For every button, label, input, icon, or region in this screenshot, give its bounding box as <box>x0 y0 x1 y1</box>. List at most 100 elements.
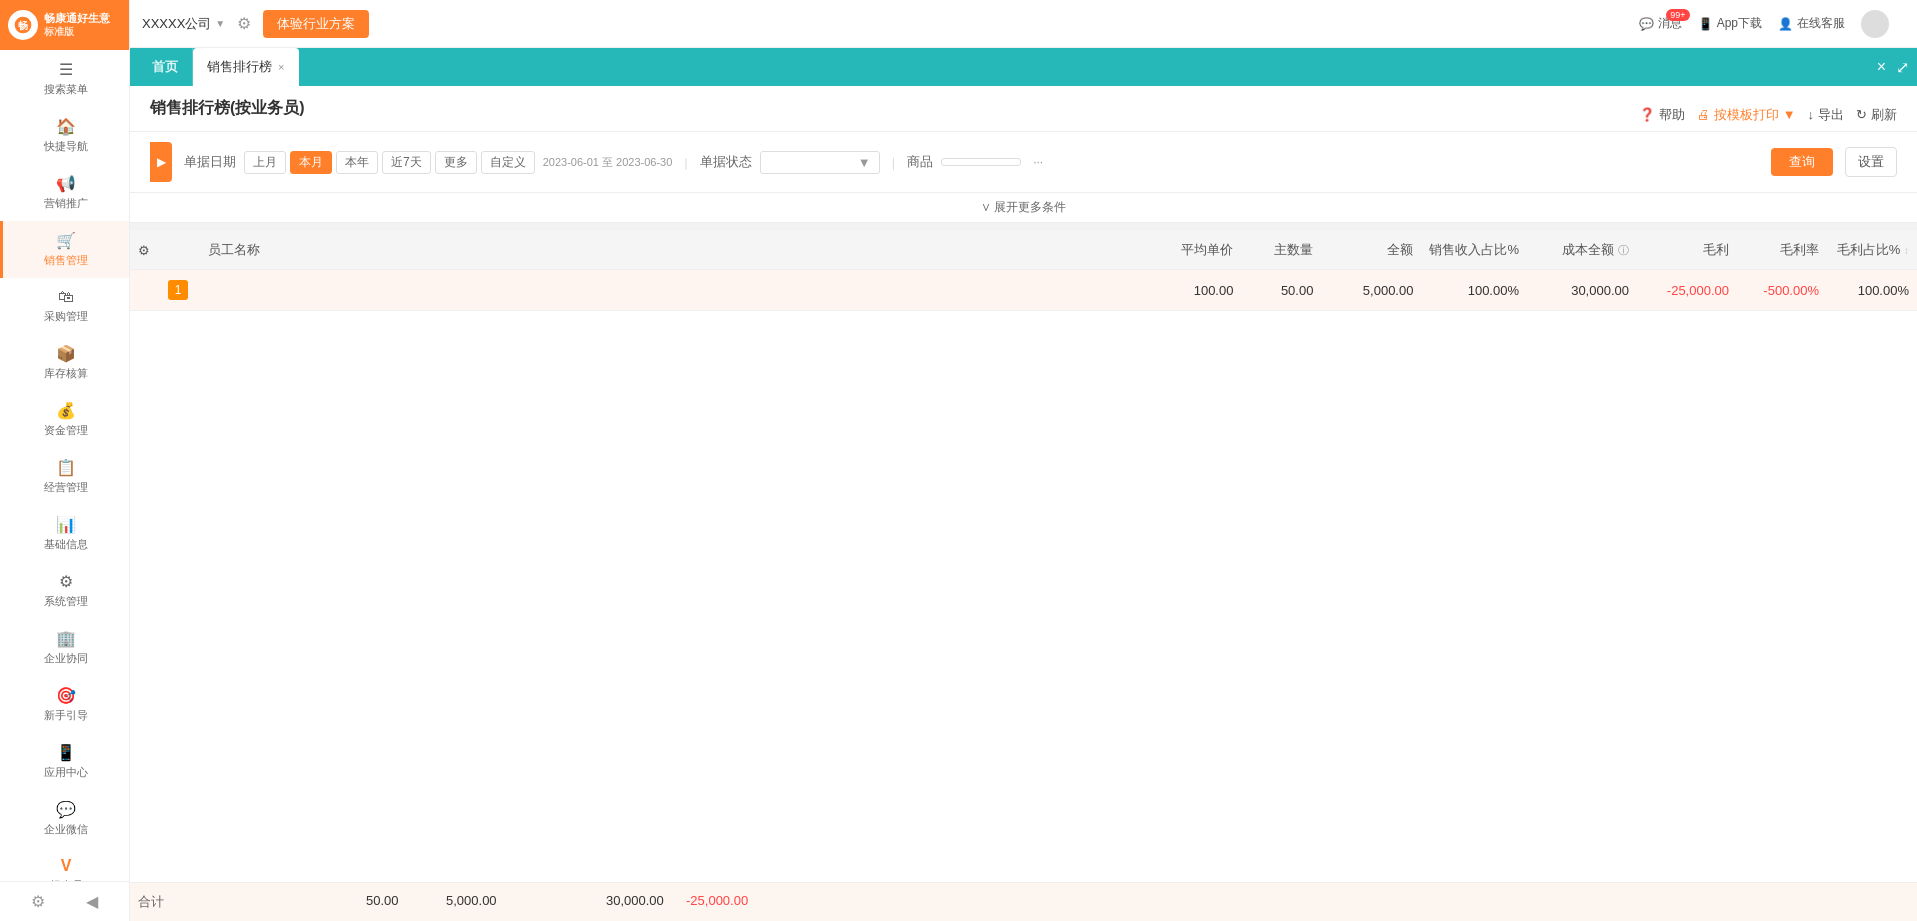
topbar: XXXXX公司 ▼ ⚙ 体验行业方案 💬 消息 99+ 📱 App下载 👤 在线… <box>130 0 1917 48</box>
row-gross: -25,000.00 <box>1637 270 1737 311</box>
refresh-icon: ↻ <box>1856 107 1867 122</box>
service-label: 在线客服 <box>1797 15 1845 32</box>
export-icon: ↓ <box>1808 107 1815 122</box>
sidebar-item-sales-label: 销售管理 <box>44 253 88 268</box>
sidebar-item-inventory-label: 库存核算 <box>44 366 88 381</box>
state-dropdown[interactable]: ▼ <box>760 151 880 174</box>
date-btn-more[interactable]: 更多 <box>435 151 477 174</box>
company-settings-icon[interactable]: ⚙ <box>237 14 251 33</box>
help-label: 帮助 <box>1659 106 1685 124</box>
tab-sales-ranking[interactable]: 销售排行榜 × <box>193 48 299 86</box>
sidebar-item-wechat[interactable]: 💬 企业微信 <box>0 790 129 847</box>
goods-input[interactable] <box>941 158 1021 166</box>
purchase-icon: 🛍 <box>58 288 74 306</box>
company-selector[interactable]: XXXXX公司 ▼ <box>142 15 225 33</box>
online-service-btn[interactable]: 👤 在线客服 <box>1778 15 1845 32</box>
state-filter-section: 单据状态 ▼ <box>700 151 880 174</box>
goods-filter-section: 商品 <box>907 153 1021 171</box>
footer-cells: 50.00 5,000.00 30,000.00 -25,000.00 <box>198 893 1909 911</box>
svg-text:畅: 畅 <box>18 20 28 31</box>
basicinfo-icon: 📊 <box>56 515 76 534</box>
sidebar-item-search-label: 搜索菜单 <box>44 82 88 97</box>
grossratio-sort-icon[interactable]: ↕ <box>1904 245 1909 256</box>
tab-home[interactable]: 首页 <box>138 48 193 86</box>
sidebar-item-purchase[interactable]: 🛍 采购管理 <box>0 278 129 334</box>
date-btn-this-year[interactable]: 本年 <box>336 151 378 174</box>
date-range-display: 2023-06-01 至 2023-06-30 <box>543 155 673 170</box>
sidebar-item-appcenter[interactable]: 📱 应用中心 <box>0 733 129 790</box>
search-btn[interactable]: 查询 <box>1771 148 1833 176</box>
sidebar-item-marketing[interactable]: 📢 营销推广 <box>0 164 129 221</box>
sidebar-item-quicknav-label: 快捷导航 <box>44 139 88 154</box>
table-wrap: ⚙ 员工名称 平均单价 主数量 全额 销售收入占比% 成本全额 ⓘ 毛利 毛利率… <box>130 231 1917 882</box>
footer-qty: 50.00 <box>358 893 438 911</box>
sidebar-item-sales[interactable]: 🛒 销售管理 <box>0 221 129 278</box>
sidebar-item-quicknav[interactable]: 🏠 快捷导航 <box>0 107 129 164</box>
app-download-btn[interactable]: 📱 App下载 <box>1698 15 1762 32</box>
filter-settings-btn[interactable]: 设置 <box>1845 147 1897 177</box>
message-badge: 99+ <box>1666 9 1689 21</box>
col-setting-header[interactable]: ⚙ <box>130 231 160 270</box>
filter-divider-1: | <box>684 155 687 170</box>
footer-gross: -25,000.00 <box>678 893 758 911</box>
company-name: XXXXX公司 <box>142 15 211 33</box>
inventory-icon: 📦 <box>56 344 76 363</box>
date-filter-btns: 上月 本月 本年 近7天 更多 自定义 <box>244 151 535 174</box>
refresh-label: 刷新 <box>1871 106 1897 124</box>
sidebar-item-basicinfo[interactable]: 📊 基础信息 <box>0 505 129 562</box>
sidebar-item-newbie[interactable]: 🎯 新手引导 <box>0 676 129 733</box>
message-btn[interactable]: 💬 消息 99+ <box>1639 15 1682 32</box>
date-btn-this-month[interactable]: 本月 <box>290 151 332 174</box>
col-rank-header <box>160 231 200 270</box>
marketing-icon: 📢 <box>56 174 76 193</box>
date-btn-last-month[interactable]: 上月 <box>244 151 286 174</box>
refresh-btn[interactable]: ↻ 刷新 <box>1856 106 1897 124</box>
print-btn[interactable]: 🖨 按模板打印 ▼ <box>1697 106 1796 124</box>
user-avatar[interactable] <box>1861 10 1889 38</box>
topbar-right: 💬 消息 99+ 📱 App下载 👤 在线客服 <box>1639 10 1905 38</box>
window-close-btn[interactable]: × <box>1877 58 1886 76</box>
row-name <box>200 270 1141 311</box>
footer-label: 合计 <box>138 893 198 911</box>
sidebar-item-system[interactable]: ⚙ 系统管理 <box>0 562 129 619</box>
window-expand-btn[interactable]: ⤢ <box>1896 58 1909 77</box>
filter-collapse-btn[interactable]: ▶ <box>150 142 172 182</box>
sidebar-item-appcenter-label: 应用中心 <box>44 765 88 780</box>
date-btn-custom[interactable]: 自定义 <box>481 151 535 174</box>
goods-filter-label: 商品 <box>907 153 933 171</box>
system-icon: ⚙ <box>59 572 73 591</box>
trial-btn[interactable]: 体验行业方案 <box>263 10 369 38</box>
sidebar-item-inventory[interactable]: 📦 库存核算 <box>0 334 129 391</box>
sidebar: 畅 畅康通好生意 标准版 ☰ 搜索菜单 🏠 快捷导航 📢 营销推广 🛒 销售管理… <box>0 0 130 921</box>
sidebar-item-member[interactable]: V 畅会员 <box>0 847 129 881</box>
page-header: 销售排行榜(按业务员) ❓ 帮助 🖨 按模板打印 ▼ ↓ 导出 ↻ 刷新 <box>130 86 1917 132</box>
row-rank: 1 <box>160 270 200 311</box>
cost-info-icon[interactable]: ⓘ <box>1618 244 1629 256</box>
sidebar-item-operation[interactable]: 📋 经营管理 <box>0 448 129 505</box>
col-gross-header: 毛利 <box>1637 231 1737 270</box>
sidebar-collapse-btn[interactable]: ◀ <box>86 892 98 911</box>
help-icon: ❓ <box>1639 107 1655 122</box>
content-area: 销售排行榜(按业务员) ❓ 帮助 🖨 按模板打印 ▼ ↓ 导出 ↻ 刷新 <box>130 86 1917 921</box>
filter-more-btn[interactable]: ··· <box>1033 155 1043 169</box>
sidebar-item-finance-label: 资金管理 <box>44 423 88 438</box>
sidebar-logo: 畅 畅康通好生意 标准版 <box>0 0 129 50</box>
help-btn[interactable]: ❓ 帮助 <box>1639 106 1685 124</box>
filter-divider-2: | <box>892 155 895 170</box>
sidebar-item-enterprise[interactable]: 🏢 企业协同 <box>0 619 129 676</box>
row-amount: 5,000.00 <box>1321 270 1421 311</box>
export-btn[interactable]: ↓ 导出 <box>1808 106 1845 124</box>
col-qty-header: 主数量 <box>1241 231 1321 270</box>
sales-ranking-tab-label: 销售排行榜 <box>207 58 272 76</box>
sidebar-item-search[interactable]: ☰ 搜索菜单 <box>0 50 129 107</box>
col-grossratio-header: 毛利占比% ↕ <box>1827 231 1917 270</box>
sidebar-item-operation-label: 经营管理 <box>44 480 88 495</box>
sidebar-item-wechat-label: 企业微信 <box>44 822 88 837</box>
expand-more-bar[interactable]: ∨ 展开更多条件 <box>130 193 1917 223</box>
sidebar-settings-btn[interactable]: ⚙ <box>31 892 45 911</box>
date-filter-section: 单据日期 上月 本月 本年 近7天 更多 自定义 2023-06-01 至 20… <box>184 151 672 174</box>
tab-close-icon[interactable]: × <box>278 61 284 73</box>
sidebar-item-finance[interactable]: 💰 资金管理 <box>0 391 129 448</box>
date-btn-7days[interactable]: 近7天 <box>382 151 431 174</box>
rank-icon: 1 <box>168 280 188 300</box>
